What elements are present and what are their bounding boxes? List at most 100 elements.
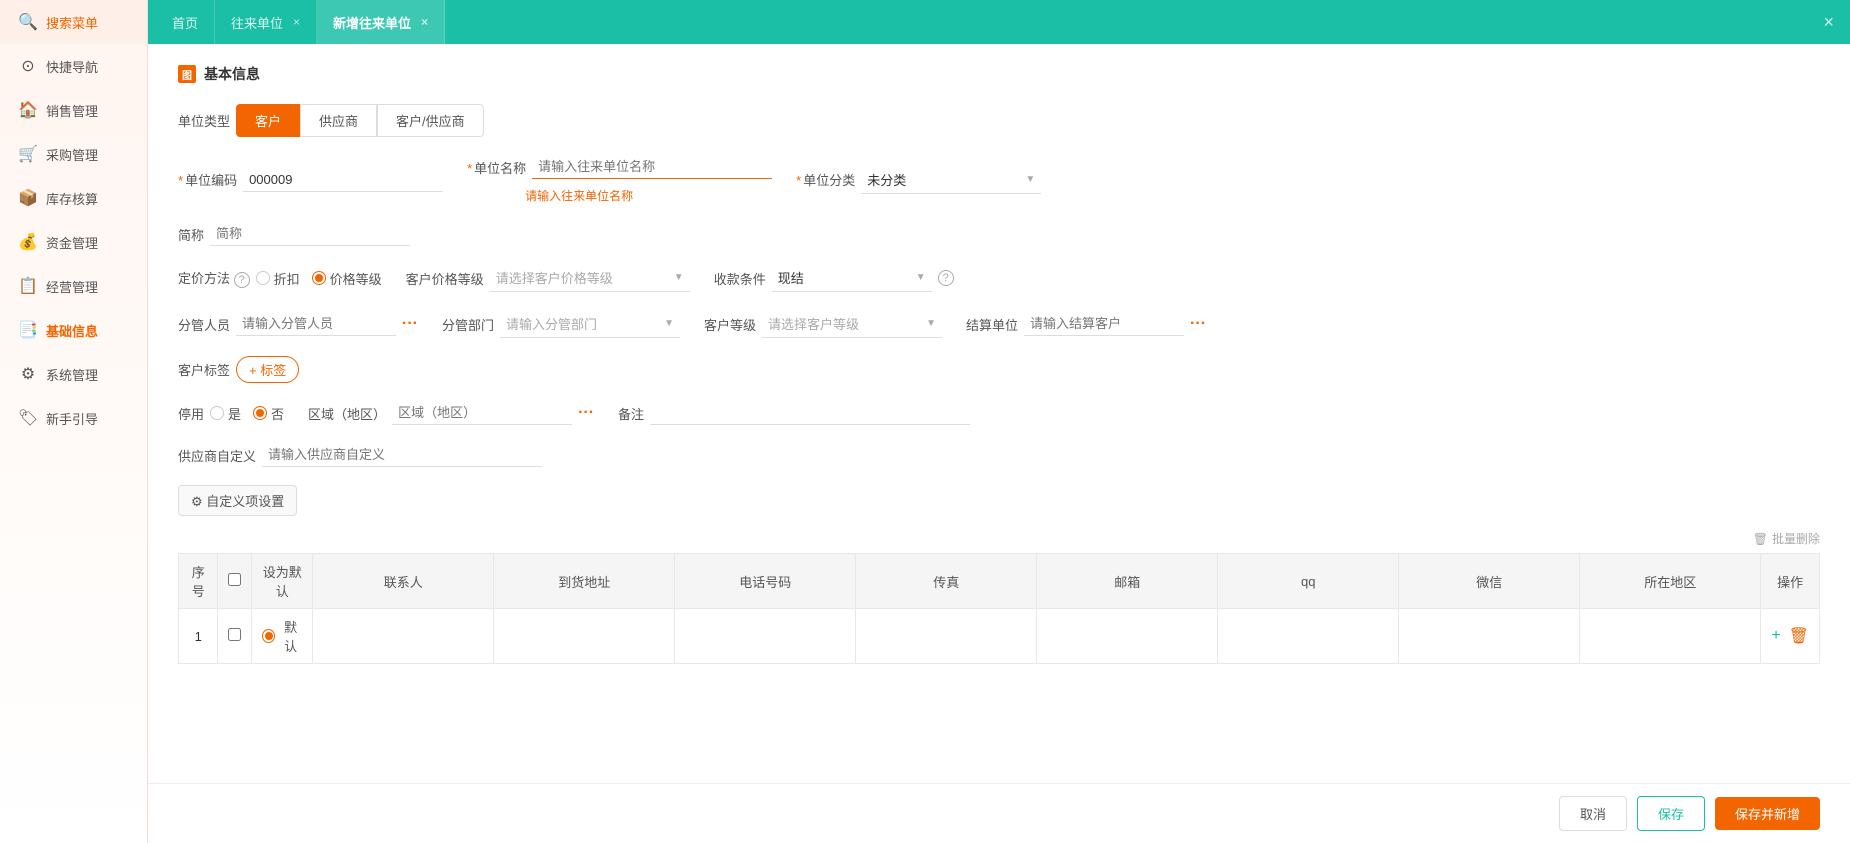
save-new-button[interactable]: 保存并新增 xyxy=(1715,797,1820,830)
qq-input[interactable] xyxy=(1228,625,1388,648)
sidebar-item-finance[interactable]: 💰 资金管理 xyxy=(0,220,147,264)
payment-terms-help-icon[interactable]: ? xyxy=(938,270,954,286)
cancel-button[interactable]: 取消 xyxy=(1559,796,1627,831)
manager-input[interactable] xyxy=(236,312,396,336)
sidebar-item-search[interactable]: 🔍 搜索菜单 xyxy=(0,0,147,44)
pricing-help-icon[interactable]: ? xyxy=(234,272,250,288)
select-all-checkbox[interactable] xyxy=(228,573,241,586)
shortname-field: 简称 xyxy=(178,222,410,246)
row-address[interactable] xyxy=(494,609,675,664)
pricing-method-field: 定价方法 ? 折扣 价格等级 xyxy=(178,268,382,288)
settlement-unit-input[interactable] xyxy=(1024,312,1184,336)
settlement-unit-more-btn[interactable]: ··· xyxy=(1190,315,1206,333)
tab-new-contact-close[interactable]: × xyxy=(421,16,428,28)
tab-new-contact[interactable]: 新增往来单位 × xyxy=(317,0,445,44)
region-more-btn[interactable]: ··· xyxy=(578,404,594,422)
sidebar-item-basicinfo[interactable]: 📑 基础信息 xyxy=(0,308,147,352)
disabled-label: 停用 xyxy=(178,404,204,423)
unit-type-supplier-btn[interactable]: 供应商 xyxy=(300,104,377,137)
pricing-radio-group: 折扣 价格等级 xyxy=(256,269,382,288)
row-default-label: 默认 xyxy=(279,617,302,655)
department-select[interactable]: 请输入分管部门 ▼ xyxy=(500,310,680,338)
sidebar-item-inventory[interactable]: 📦 库存核算 xyxy=(0,176,147,220)
contacts-table: 序号 设为默认 联系人 到货地址 电话号码 传真 邮箱 qq 微信 所在地区 操… xyxy=(178,553,1820,664)
col-phone: 电话号码 xyxy=(675,554,856,609)
shortname-input[interactable] xyxy=(210,222,410,246)
batch-delete-button[interactable]: 🗑 批量删除 xyxy=(178,530,1820,547)
note-field: 备注 xyxy=(618,401,970,425)
custom-settings-button[interactable]: ⚙ 自定义项设置 xyxy=(178,485,297,516)
tab-new-contact-label: 新增往来单位 xyxy=(333,13,411,32)
note-label: 备注 xyxy=(618,404,644,423)
row-default[interactable]: 默认 xyxy=(252,609,313,664)
unit-name-input[interactable] xyxy=(532,155,772,179)
sidebar-item-operations[interactable]: 📋 经营管理 xyxy=(0,264,147,308)
row-wechat[interactable] xyxy=(1399,609,1580,664)
row-select-checkbox[interactable] xyxy=(228,628,241,641)
row-delete-btn[interactable]: 🗑 xyxy=(1789,626,1809,646)
window-close-button[interactable]: × xyxy=(1815,12,1842,33)
customer-level-chevron: ▼ xyxy=(926,318,936,329)
disabled-no-radio[interactable]: 否 xyxy=(253,404,284,423)
row-default-radio[interactable]: 默认 xyxy=(262,617,302,655)
sidebar-item-newguide[interactable]: 🏷 新手引导 xyxy=(0,396,147,440)
sidebar-item-system[interactable]: ⚙ 系统管理 xyxy=(0,352,147,396)
search-icon: 🔍 xyxy=(18,12,38,32)
unit-code-input[interactable] xyxy=(243,168,443,192)
row-checkbox[interactable] xyxy=(218,609,252,664)
customer-price-level-field: 客户价格等级 请选择客户价格等级 ▼ xyxy=(406,264,690,292)
row-phone[interactable] xyxy=(675,609,856,664)
payment-terms-field: 收款条件 现结 ▼ ? xyxy=(714,264,954,292)
unit-category-select[interactable]: 未分类 ▼ xyxy=(861,166,1041,194)
customer-price-level-select[interactable]: 请选择客户价格等级 ▼ xyxy=(490,264,690,292)
tab-contacts-close[interactable]: × xyxy=(293,16,300,28)
pricing-discount-radio[interactable]: 折扣 xyxy=(256,269,300,288)
newguide-icon: 🏷 xyxy=(18,408,38,428)
row-email[interactable] xyxy=(1037,609,1218,664)
unit-type-field: 单位类型 客户 供应商 客户/供应商 xyxy=(178,104,484,137)
table-section: 🗑 批量删除 序号 设为默认 联系人 到货地址 电话号码 传真 邮箱 qq xyxy=(178,530,1820,664)
customer-level-select[interactable]: 请选择客户等级 ▼ xyxy=(762,310,942,338)
fax-input[interactable] xyxy=(866,625,1026,648)
sidebar-item-quicknav[interactable]: ⊙ 快捷导航 xyxy=(0,44,147,88)
system-icon: ⚙ xyxy=(18,364,38,384)
sidebar: 🔍 搜索菜单 ⊙ 快捷导航 🏠 销售管理 🛒 采购管理 📦 库存核算 💰 资金管… xyxy=(0,0,148,843)
main-area: 首页 往来单位 × 新增往来单位 × × 图 基本信息 单位类型 客户 供应商 … xyxy=(148,0,1850,843)
supplier-custom-input[interactable] xyxy=(262,443,542,467)
sidebar-item-purchase[interactable]: 🛒 采购管理 xyxy=(0,132,147,176)
region-input[interactable] xyxy=(392,401,572,425)
row-qq[interactable] xyxy=(1218,609,1399,664)
unit-category-field: *单位分类 未分类 ▼ xyxy=(796,166,1041,194)
contact-input[interactable] xyxy=(323,625,483,648)
sidebar-item-sales[interactable]: 🏠 销售管理 xyxy=(0,88,147,132)
row-fax[interactable] xyxy=(856,609,1037,664)
manager-field: 分管人员 ··· xyxy=(178,312,418,336)
row-contact[interactable] xyxy=(313,609,494,664)
email-input[interactable] xyxy=(1047,625,1207,648)
department-label: 分管部门 xyxy=(442,315,494,334)
sidebar-item-label: 系统管理 xyxy=(46,365,98,384)
row-add-btn[interactable]: + xyxy=(1771,627,1780,645)
unit-type-group: 客户 供应商 客户/供应商 xyxy=(236,104,484,137)
row-region[interactable] xyxy=(1580,609,1761,664)
row-region-input[interactable] xyxy=(1590,625,1750,648)
add-tag-button[interactable]: + 标签 xyxy=(236,356,299,383)
manager-more-btn[interactable]: ··· xyxy=(402,315,418,333)
unit-type-both-btn[interactable]: 客户/供应商 xyxy=(377,104,484,137)
unit-type-label: 单位类型 xyxy=(178,111,230,130)
unit-type-customer-btn[interactable]: 客户 xyxy=(236,104,300,137)
payment-terms-select[interactable]: 现结 ▼ xyxy=(772,264,932,292)
disabled-yes-radio[interactable]: 是 xyxy=(210,404,241,423)
save-button[interactable]: 保存 xyxy=(1637,796,1705,831)
address-input[interactable] xyxy=(504,625,664,648)
row-action: + 🗑 xyxy=(1761,609,1820,664)
sidebar-item-label: 基础信息 xyxy=(46,321,98,340)
wechat-input[interactable] xyxy=(1409,625,1569,648)
tab-contacts[interactable]: 往来单位 × xyxy=(215,0,317,44)
pricing-level-radio[interactable]: 价格等级 xyxy=(312,269,382,288)
tab-home[interactable]: 首页 xyxy=(156,0,215,44)
col-checkbox[interactable] xyxy=(218,554,252,609)
note-input[interactable] xyxy=(650,401,970,425)
sidebar-item-label: 采购管理 xyxy=(46,145,98,164)
phone-input[interactable] xyxy=(685,625,845,648)
